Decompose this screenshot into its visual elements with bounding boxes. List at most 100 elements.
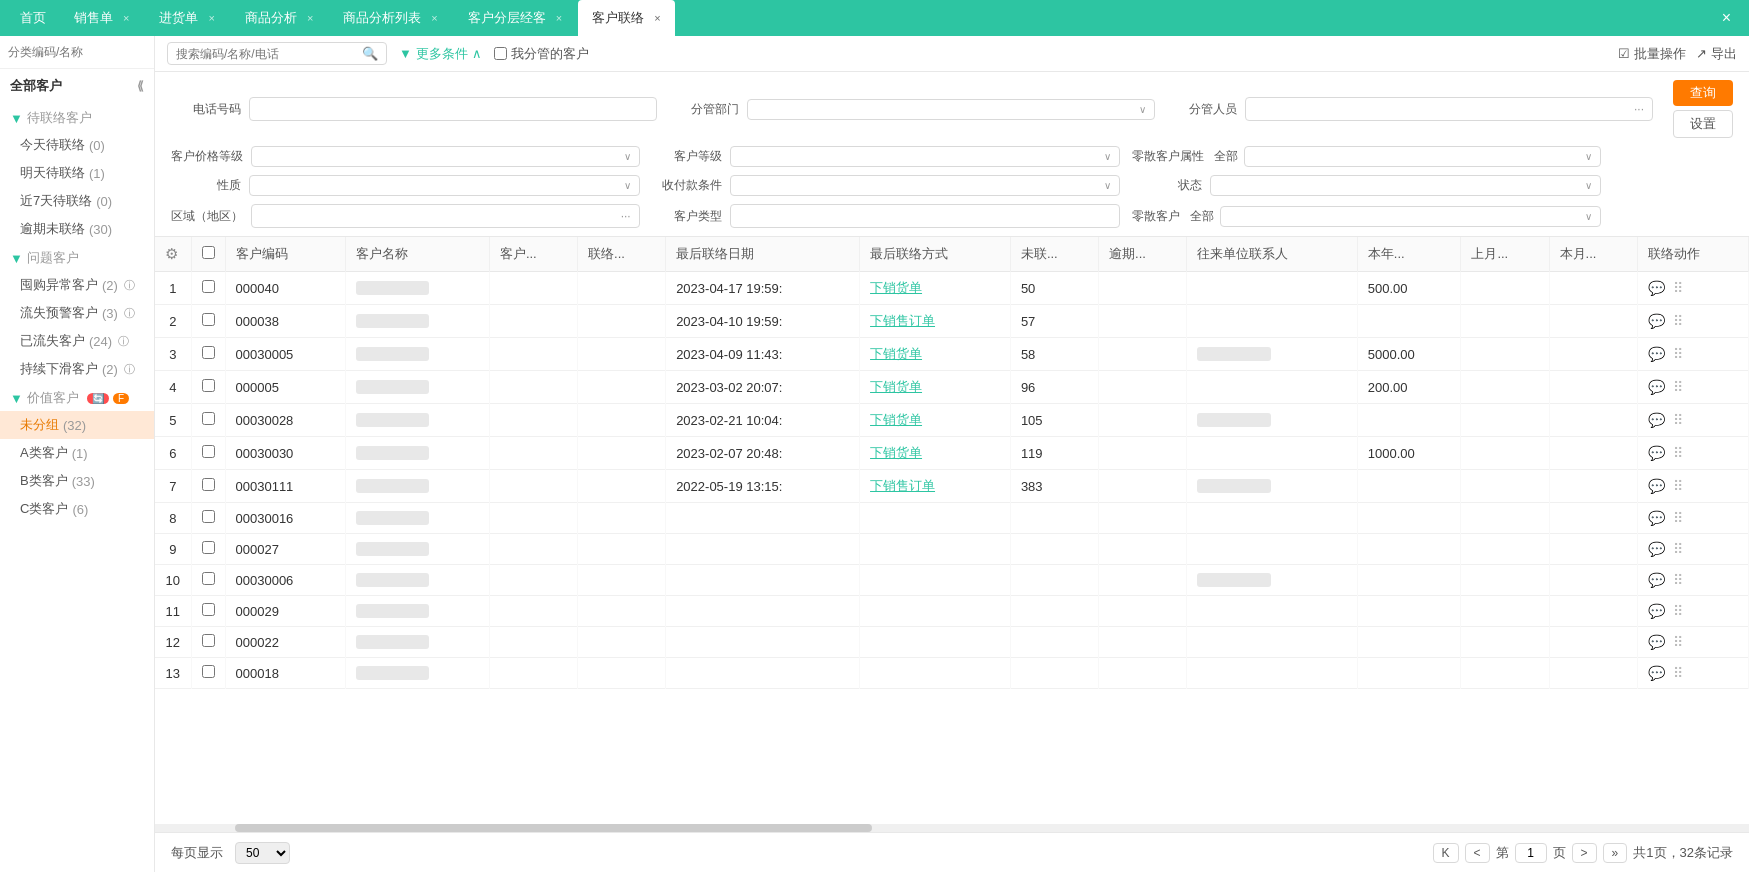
row-checkbox[interactable] [202,510,215,523]
dept-select[interactable]: ∨ [747,99,1155,120]
chat-icon[interactable]: 💬 [1648,478,1665,494]
sidebar-item-abnormal[interactable]: 囤购异常客户(2) ⓘ [0,271,154,299]
chat-icon[interactable]: 💬 [1648,603,1665,619]
customer-type-input[interactable] [730,204,1121,228]
row-checkbox[interactable] [202,346,215,359]
settings-icon[interactable]: ⚙ [165,245,178,262]
close-tab-sales[interactable]: × [123,12,129,24]
first-page-btn[interactable]: K [1433,843,1459,863]
nav-home[interactable]: 首页 [8,0,58,36]
chat-icon[interactable]: 💬 [1648,541,1665,557]
sidebar-item-class-c[interactable]: C类客户(6) [0,495,154,523]
grid-icon[interactable]: ⠿ [1673,313,1683,329]
grid-icon[interactable]: ⠿ [1673,346,1683,362]
row-checkbox[interactable] [202,572,215,585]
phone-input[interactable] [249,97,657,121]
sidebar-item-7day-pending[interactable]: 近7天待联络(0) [0,187,154,215]
grid-icon[interactable]: ⠿ [1673,510,1683,526]
filter-search-icon[interactable]: 🔍 [362,46,378,61]
row-checkbox[interactable] [202,412,215,425]
row-checkbox[interactable] [202,445,215,458]
row-checkbox[interactable] [202,478,215,491]
row-checkbox[interactable] [202,634,215,647]
sidebar-item-class-b[interactable]: B类客户(33) [0,467,154,495]
row-checkbox[interactable] [202,541,215,554]
my-customers-checkbox[interactable] [494,47,507,60]
chat-icon[interactable]: 💬 [1648,665,1665,681]
region-select[interactable]: ··· [251,204,640,228]
chat-icon[interactable]: 💬 [1648,280,1665,296]
manager-input[interactable]: ··· [1245,97,1653,121]
row-checkbox[interactable] [202,603,215,616]
grid-icon[interactable]: ⠿ [1673,280,1683,296]
page-size-select[interactable]: 50 100 200 [235,842,290,864]
cell-index: 3 [155,338,191,371]
select-all-checkbox[interactable] [202,246,215,259]
retail-attr-select[interactable]: ∨ [1244,146,1601,167]
grid-icon[interactable]: ⠿ [1673,445,1683,461]
chat-icon[interactable]: 💬 [1648,445,1665,461]
sidebar-item-churned[interactable]: 已流失客户(24) ⓘ [0,327,154,355]
cell-contact-person: ████████ [1187,470,1358,503]
search-btn[interactable]: 查询 [1673,80,1733,106]
chat-icon[interactable]: 💬 [1648,346,1665,362]
export-btn[interactable]: ↗ 导出 [1696,45,1737,63]
grid-icon[interactable]: ⠿ [1673,478,1683,494]
sidebar-item-declining[interactable]: 持续下滑客户(2) ⓘ [0,355,154,383]
filter-search-input[interactable] [176,47,356,61]
status-select[interactable]: ∨ [1210,175,1601,196]
close-tab-analysis-list[interactable]: × [431,12,437,24]
prev-page-btn[interactable]: < [1465,843,1490,863]
sidebar-item-class-a[interactable]: A类客户(1) [0,439,154,467]
page-number-input[interactable] [1515,843,1547,863]
row-checkbox[interactable] [202,379,215,392]
batch-operation-btn[interactable]: ☑ 批量操作 [1618,45,1686,63]
row-checkbox[interactable] [202,313,215,326]
sidebar-item-ungrouped[interactable]: 未分组(32) [0,411,154,439]
nature-select[interactable]: ∨ [249,175,640,196]
sidebar-item-today-pending[interactable]: 今天待联络(0) [0,131,154,159]
chat-icon[interactable]: 💬 [1648,412,1665,428]
more-conditions-btn[interactable]: ▼ 更多条件 ∧ [399,45,482,63]
nav-tab-purchase[interactable]: 进货单 × [145,0,228,36]
sidebar-item-overdue[interactable]: 逾期未联络(30) [0,215,154,243]
row-checkbox[interactable] [202,280,215,293]
grid-icon[interactable]: ⠿ [1673,634,1683,650]
row-checkbox[interactable] [202,665,215,678]
nav-tab-customer-tier[interactable]: 客户分层经客 × [454,0,576,36]
grid-icon[interactable]: ⠿ [1673,572,1683,588]
chat-icon[interactable]: 💬 [1648,313,1665,329]
price-tier-select[interactable]: ∨ [251,146,640,167]
close-tab-customer-tier[interactable]: × [556,12,562,24]
nav-tab-customer-contact[interactable]: 客户联络 × [578,0,674,36]
chat-icon[interactable]: 💬 [1648,379,1665,395]
grid-icon[interactable]: ⠿ [1673,603,1683,619]
grid-icon[interactable]: ⠿ [1673,412,1683,428]
last-page-btn[interactable]: » [1603,843,1628,863]
table-container: ⚙ 客户编码 客户名称 客户... 联络... 最后联络日期 最后联络方式 未联 [155,237,1749,824]
close-tab-customer-contact[interactable]: × [654,12,660,24]
grid-icon[interactable]: ⠿ [1673,665,1683,681]
chat-icon[interactable]: 💬 [1648,510,1665,526]
horizontal-scrollbar[interactable] [155,824,1749,832]
chat-icon[interactable]: 💬 [1648,634,1665,650]
chat-icon[interactable]: 💬 [1648,572,1665,588]
sidebar-item-churn-warning[interactable]: 流失预警客户(3) ⓘ [0,299,154,327]
close-window-btn[interactable]: × [1712,9,1741,27]
sidebar-item-tomorrow-pending[interactable]: 明天待联络(1) [0,159,154,187]
nav-tab-analysis[interactable]: 商品分析 × [231,0,327,36]
retail-select[interactable]: ∨ [1220,206,1601,227]
grid-icon[interactable]: ⠿ [1673,541,1683,557]
reset-btn[interactable]: 设置 [1673,110,1733,138]
nav-tab-sales[interactable]: 销售单 × [60,0,143,36]
payment-select[interactable]: ∨ [730,175,1121,196]
nav-tab-analysis-list[interactable]: 商品分析列表 × [329,0,451,36]
close-tab-purchase[interactable]: × [208,12,214,24]
close-tab-analysis[interactable]: × [307,12,313,24]
grid-icon[interactable]: ⠿ [1673,379,1683,395]
next-page-btn[interactable]: > [1572,843,1597,863]
scrollbar-thumb[interactable] [235,824,873,832]
customer-tier-select[interactable]: ∨ [730,146,1121,167]
sidebar-search-input[interactable] [8,45,155,59]
sidebar-all-customers[interactable]: 全部客户 ⟪ [0,69,154,103]
